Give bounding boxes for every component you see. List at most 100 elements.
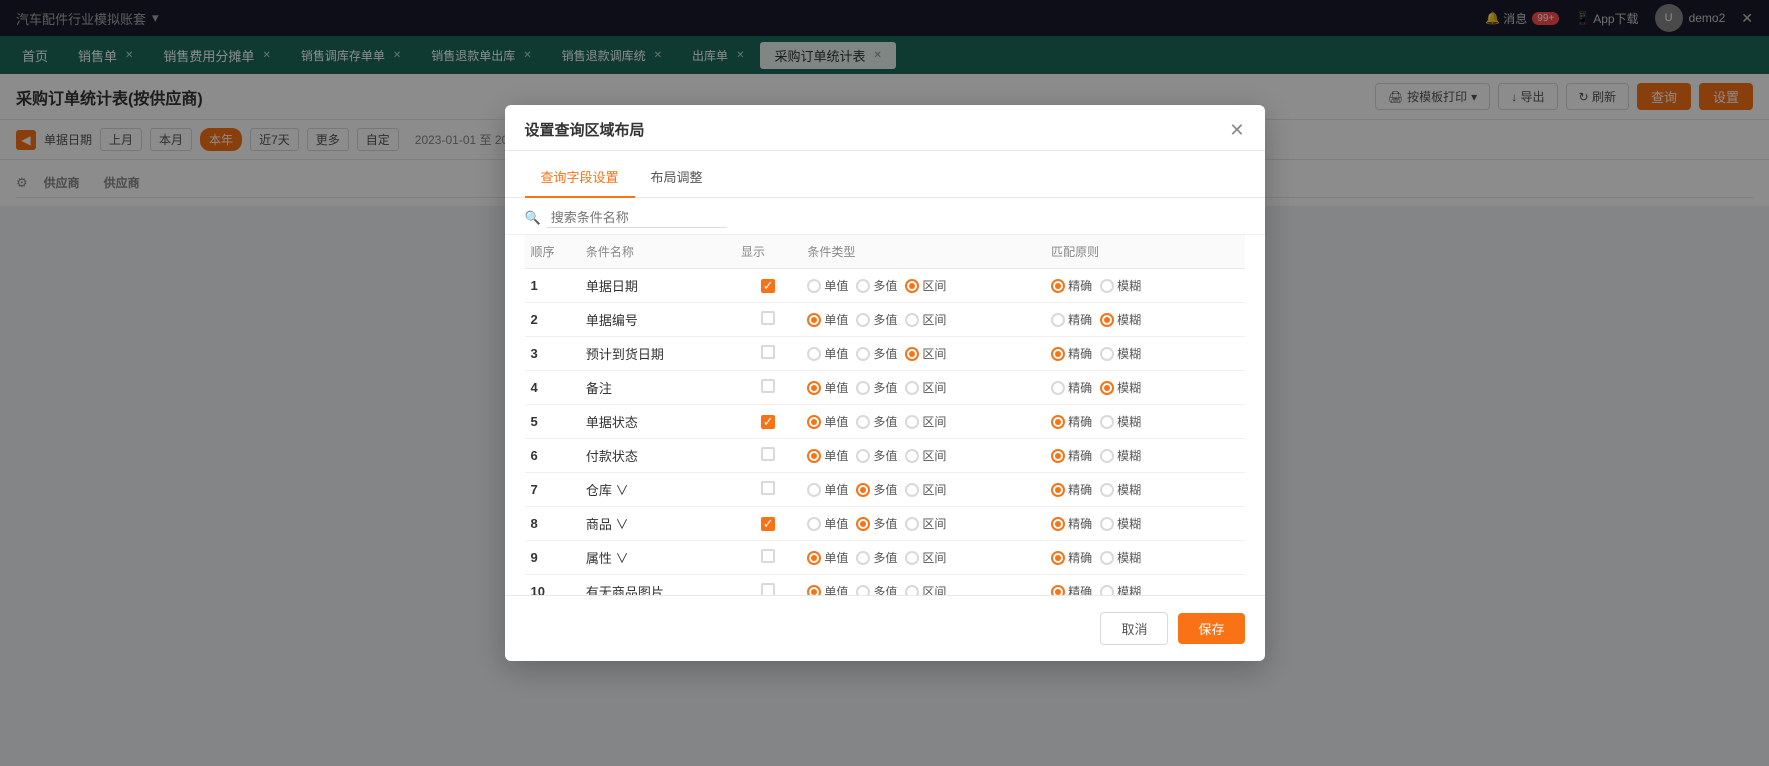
type-radio-区间[interactable]: 区间 <box>905 515 946 532</box>
dialog-tabs: 查询字段设置 布局调整 <box>505 151 1265 198</box>
match-radio-模糊[interactable]: 模糊 <box>1100 277 1141 294</box>
checkbox[interactable] <box>761 379 775 393</box>
match-radio-精确[interactable]: 精确 <box>1051 379 1092 396</box>
type-radio-区间[interactable]: 区间 <box>905 549 946 566</box>
match-radio-精确[interactable]: 精确 <box>1051 447 1092 464</box>
type-radio-单值[interactable]: 单值 <box>807 481 848 498</box>
type-radio-单值[interactable]: 单值 <box>807 311 848 328</box>
match-radio-精确[interactable]: 精确 <box>1051 345 1092 362</box>
row-match: 精确模糊 <box>1045 371 1244 405</box>
row-order: 7 <box>525 473 580 507</box>
type-radio-区间[interactable]: 区间 <box>905 345 946 362</box>
row-show-checkbox[interactable] <box>735 303 801 337</box>
radio-circle <box>1051 347 1065 361</box>
row-show-checkbox[interactable]: ✓ <box>735 269 801 303</box>
cancel-button[interactable]: 取消 <box>1100 612 1168 645</box>
type-radio-单值[interactable]: 单值 <box>807 277 848 294</box>
type-radio-单值[interactable]: 单值 <box>807 345 848 362</box>
match-radio-模糊[interactable]: 模糊 <box>1100 311 1141 328</box>
type-radio-多值[interactable]: 多值 <box>856 345 897 362</box>
match-radio-精确[interactable]: 精确 <box>1051 549 1092 566</box>
table-row: 7仓库 ∨ 单值多值区间 精确模糊 <box>525 473 1245 507</box>
row-show-checkbox[interactable] <box>735 541 801 575</box>
row-match: 精确模糊 <box>1045 541 1244 575</box>
match-radio-模糊[interactable]: 模糊 <box>1100 583 1141 595</box>
checkbox[interactable] <box>761 447 775 461</box>
dialog-search-area: 🔍 <box>505 198 1265 235</box>
match-radio-模糊[interactable]: 模糊 <box>1100 345 1141 362</box>
save-button[interactable]: 保存 <box>1178 613 1244 644</box>
type-radio-单值[interactable]: 单值 <box>807 515 848 532</box>
type-radio-多值[interactable]: 多值 <box>856 549 897 566</box>
type-radio-多值[interactable]: 多值 <box>856 515 897 532</box>
type-radio-多值[interactable]: 多值 <box>856 277 897 294</box>
match-radio-模糊[interactable]: 模糊 <box>1100 379 1141 396</box>
type-radio-区间[interactable]: 区间 <box>905 481 946 498</box>
match-radio-模糊[interactable]: 模糊 <box>1100 447 1141 464</box>
radio-circle <box>1051 313 1065 327</box>
radio-circle <box>807 381 821 395</box>
checkbox[interactable] <box>761 311 775 325</box>
radio-circle <box>1100 415 1114 429</box>
checkbox[interactable]: ✓ <box>761 415 775 429</box>
match-radio-精确[interactable]: 精确 <box>1051 583 1092 595</box>
match-radio-精确[interactable]: 精确 <box>1051 481 1092 498</box>
match-radio-模糊[interactable]: 模糊 <box>1100 481 1141 498</box>
col-header-match: 匹配原则 <box>1045 235 1244 269</box>
type-radio-区间[interactable]: 区间 <box>905 583 946 595</box>
type-radio-区间[interactable]: 区间 <box>905 447 946 464</box>
radio-circle <box>856 585 870 596</box>
dialog-close-button[interactable]: ✕ <box>1229 121 1244 139</box>
type-radio-区间[interactable]: 区间 <box>905 277 946 294</box>
checkbox[interactable]: ✓ <box>761 279 775 293</box>
radio-circle <box>1100 483 1114 497</box>
row-name: 仓库 ∨ <box>580 473 735 507</box>
checkbox[interactable] <box>761 345 775 359</box>
radio-circle <box>1051 551 1065 565</box>
type-radio-单值[interactable]: 单值 <box>807 379 848 396</box>
row-name: 付款状态 <box>580 439 735 473</box>
dialog-tab-query-fields[interactable]: 查询字段设置 <box>525 161 635 198</box>
dialog-tab-layout[interactable]: 布局调整 <box>635 161 719 198</box>
match-radio-精确[interactable]: 精确 <box>1051 277 1092 294</box>
checkbox[interactable]: ✓ <box>761 517 775 531</box>
type-radio-多值[interactable]: 多值 <box>856 311 897 328</box>
row-match: 精确模糊 <box>1045 269 1244 303</box>
type-radio-多值[interactable]: 多值 <box>856 447 897 464</box>
row-show-checkbox[interactable]: ✓ <box>735 405 801 439</box>
type-radio-区间[interactable]: 区间 <box>905 413 946 430</box>
checkbox[interactable] <box>761 549 775 563</box>
row-type: 单值多值区间 <box>801 541 1045 575</box>
col-header-order: 顺序 <box>525 235 580 269</box>
row-show-checkbox[interactable] <box>735 575 801 596</box>
type-radio-区间[interactable]: 区间 <box>905 311 946 328</box>
checkbox[interactable] <box>761 583 775 595</box>
row-match: 精确模糊 <box>1045 303 1244 337</box>
type-radio-多值[interactable]: 多值 <box>856 481 897 498</box>
row-show-checkbox[interactable] <box>735 371 801 405</box>
checkbox[interactable] <box>761 481 775 495</box>
dialog-search-input[interactable] <box>547 208 727 228</box>
type-radio-多值[interactable]: 多值 <box>856 379 897 396</box>
match-radio-精确[interactable]: 精确 <box>1051 515 1092 532</box>
match-radio-模糊[interactable]: 模糊 <box>1100 413 1141 430</box>
row-show-checkbox[interactable] <box>735 439 801 473</box>
row-show-checkbox[interactable]: ✓ <box>735 507 801 541</box>
row-order: 3 <box>525 337 580 371</box>
radio-circle <box>1051 279 1065 293</box>
type-radio-多值[interactable]: 多值 <box>856 413 897 430</box>
match-radio-精确[interactable]: 精确 <box>1051 311 1092 328</box>
match-radio-模糊[interactable]: 模糊 <box>1100 549 1141 566</box>
type-radio-多值[interactable]: 多值 <box>856 583 897 595</box>
type-radio-单值[interactable]: 单值 <box>807 413 848 430</box>
type-radio-单值[interactable]: 单值 <box>807 583 848 595</box>
type-radio-单值[interactable]: 单值 <box>807 549 848 566</box>
row-show-checkbox[interactable] <box>735 473 801 507</box>
radio-circle <box>856 415 870 429</box>
type-radio-单值[interactable]: 单值 <box>807 447 848 464</box>
match-radio-模糊[interactable]: 模糊 <box>1100 515 1141 532</box>
row-show-checkbox[interactable] <box>735 337 801 371</box>
radio-circle <box>905 347 919 361</box>
match-radio-精确[interactable]: 精确 <box>1051 413 1092 430</box>
type-radio-区间[interactable]: 区间 <box>905 379 946 396</box>
